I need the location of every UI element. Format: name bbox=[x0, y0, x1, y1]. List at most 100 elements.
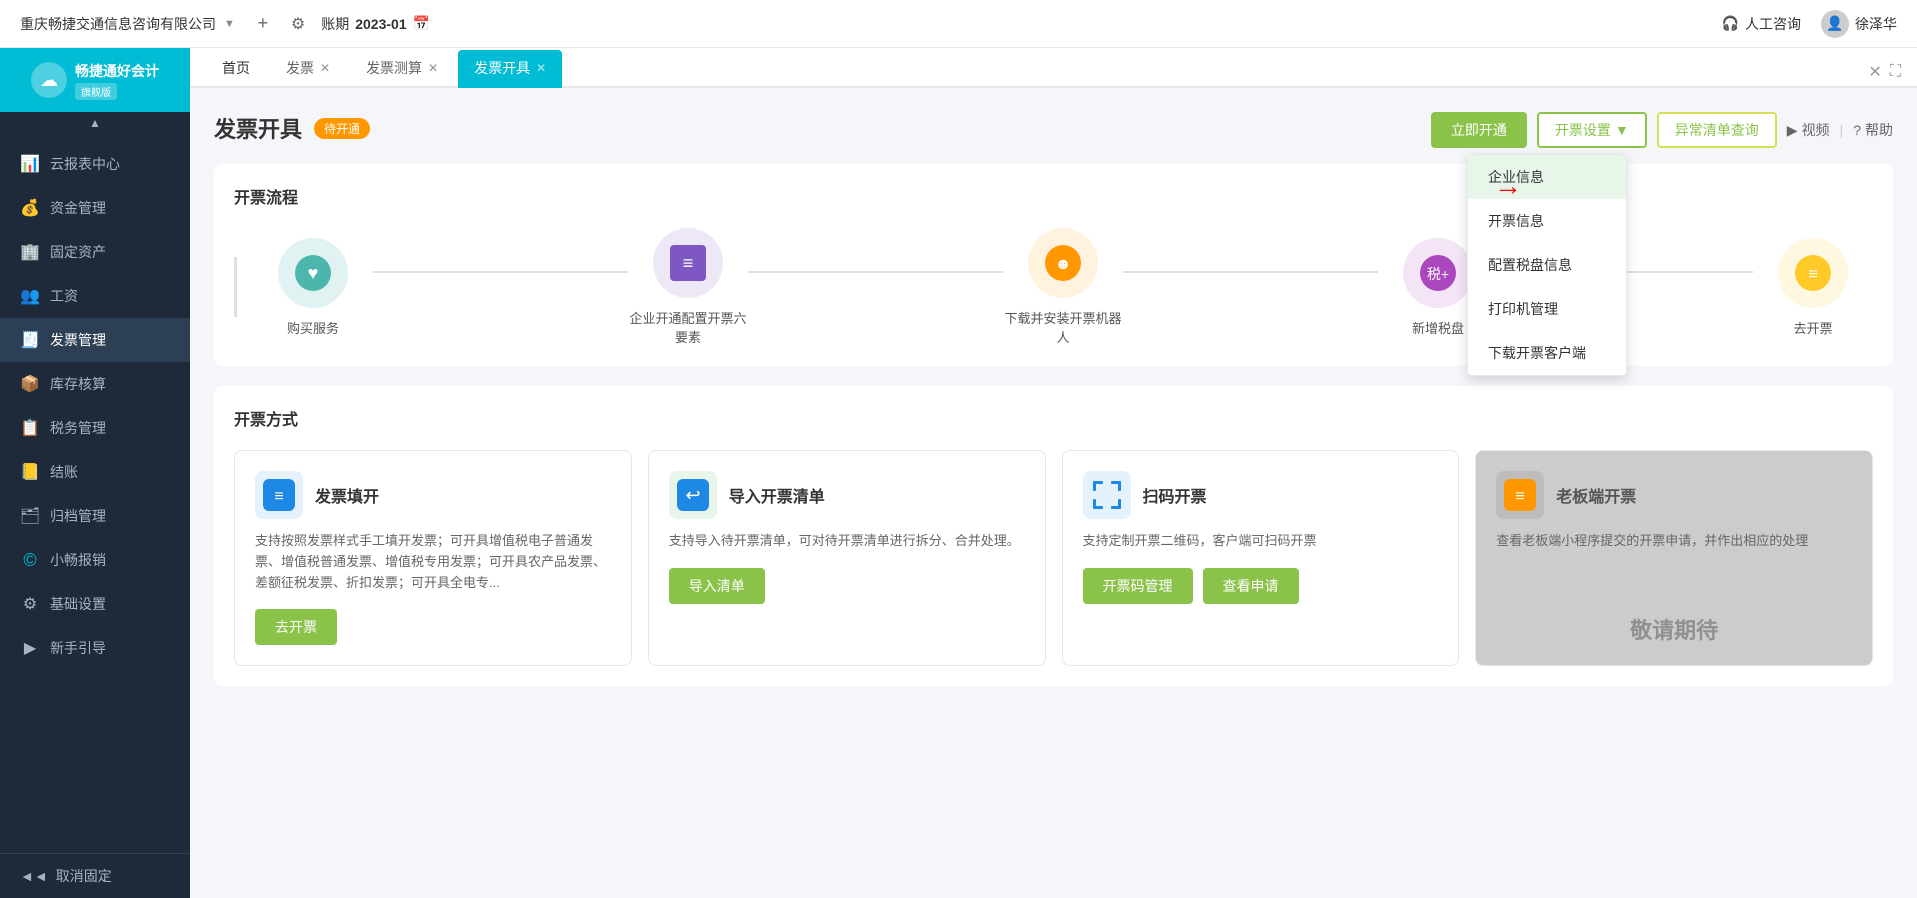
guide-icon: ▶ bbox=[20, 638, 40, 658]
sidebar-item-guide[interactable]: ▶ 新手引导 bbox=[0, 626, 190, 670]
fund-icon: 💰 bbox=[20, 198, 40, 218]
sidebar-item-tax[interactable]: 📋 税务管理 bbox=[0, 406, 190, 450]
sidebar-nav: 📊 云报表中心 💰 资金管理 🏢 固定资产 👥 工资 🧾 发票管理 📦 bbox=[0, 134, 190, 853]
video-button[interactable]: ▶ 视频 bbox=[1787, 120, 1830, 140]
svg-text:≡: ≡ bbox=[683, 253, 694, 273]
settings-icon[interactable]: ⚙ bbox=[291, 14, 305, 34]
headphone-icon: 🎧 bbox=[1722, 15, 1739, 32]
fixed-assets-icon: 🏢 bbox=[20, 242, 40, 262]
flow-step-4-icon: 税+ bbox=[1403, 238, 1473, 308]
pin-icon: ◄◄ bbox=[20, 868, 48, 884]
dropdown-invoice-info[interactable]: 开票信息 bbox=[1468, 199, 1626, 243]
tab-close-invoice-estimate[interactable]: ✕ bbox=[428, 61, 438, 75]
svg-text:♥: ♥ bbox=[308, 263, 319, 283]
methods-section-title: 开票方式 bbox=[234, 406, 1873, 430]
red-arrow: → bbox=[1494, 170, 1522, 202]
sidebar-item-fund[interactable]: 💰 资金管理 bbox=[0, 186, 190, 230]
svg-text:≡: ≡ bbox=[1808, 266, 1817, 283]
tab-bar: 首页 发票 ✕ 发票测算 ✕ 发票开具 ✕ ✕ ⛶ bbox=[190, 48, 1917, 88]
settings-dropdown-menu: 企业信息 开票信息 配置税盘信息 打印机管理 下载开票客户端 bbox=[1467, 154, 1627, 376]
fill-icon: ≡ bbox=[255, 471, 303, 519]
page-title: 发票开具 bbox=[214, 112, 302, 144]
method-card-scan: 扫码开票 支持定制开票二维码，客户端可扫码开票 开票码管理 查看申请 bbox=[1062, 450, 1460, 666]
sidebar-item-archive[interactable]: 🗂 归档管理 bbox=[0, 494, 190, 538]
calendar-icon: 📅 bbox=[413, 15, 430, 32]
invoice-methods-grid: ≡ 发票填开 支持按照发票样式手工填开发票；可开具增值税电子普通发票、增值税普通… bbox=[234, 450, 1873, 666]
flow-step-2-label: 企业开通配置开票六要素 bbox=[628, 308, 748, 346]
sidebar-item-salary[interactable]: 👥 工资 bbox=[0, 274, 190, 318]
help-button[interactable]: ? 帮助 bbox=[1853, 120, 1893, 140]
qr-manage-button[interactable]: 开票码管理 bbox=[1083, 568, 1193, 604]
cloud-report-icon: 📊 bbox=[20, 154, 40, 174]
page-content: 发票开具 待开通 立即开通 开票设置 ▼ 异常清单查询 ▶ 视频 | ? 帮助 bbox=[190, 88, 1917, 898]
flow-step-4-label: 新增税盘 bbox=[1412, 318, 1464, 337]
close-all-tabs-button[interactable]: ✕ bbox=[1868, 62, 1881, 82]
boss-icon: ≡ bbox=[1496, 471, 1544, 519]
question-icon: ? bbox=[1853, 122, 1861, 138]
company-selector[interactable]: 重庆畅捷交通信息咨询有限公司 ▼ bbox=[20, 14, 235, 34]
sidebar-item-invoice[interactable]: 🧾 发票管理 bbox=[0, 318, 190, 362]
settings-nav-icon: ⚙ bbox=[20, 594, 40, 614]
dropdown-download-client[interactable]: 下载开票客户端 bbox=[1468, 331, 1626, 375]
tax-icon: 📋 bbox=[20, 418, 40, 438]
flow-section: 开票流程 ♥ 购买服务 bbox=[214, 164, 1893, 366]
tab-invoice[interactable]: 发票 ✕ bbox=[270, 50, 346, 88]
method-card-fill: ≡ 发票填开 支持按照发票样式手工填开发票；可开具增值税电子普通发票、增值税普通… bbox=[234, 450, 632, 666]
account-icon: 📒 bbox=[20, 462, 40, 482]
flow-step-3-icon: ☻ bbox=[1028, 228, 1098, 298]
flow-step-3-label: 下载并安装开票机器人 bbox=[1003, 308, 1123, 346]
sidebar-item-cloud-report[interactable]: 📊 云报表中心 bbox=[0, 142, 190, 186]
sidebar-item-report[interactable]: © 小畅报销 bbox=[0, 538, 190, 582]
flow-step-1: ♥ 购买服务 bbox=[253, 238, 373, 337]
consultation-button[interactable]: 🎧 人工咨询 bbox=[1722, 14, 1801, 34]
tab-home[interactable]: 首页 bbox=[206, 50, 266, 88]
logo-badge: 旗舰版 bbox=[75, 83, 117, 100]
expand-button[interactable]: ⛶ bbox=[1890, 63, 1901, 81]
scroll-up-button[interactable]: ▲ bbox=[0, 112, 190, 134]
flow-step-3: ☻ 下载并安装开票机器人 bbox=[1003, 228, 1123, 346]
flow-section-title: 开票流程 bbox=[234, 184, 1873, 208]
activate-button[interactable]: 立即开通 bbox=[1431, 112, 1527, 148]
svg-text:税+: 税+ bbox=[1427, 266, 1449, 282]
report-icon: © bbox=[20, 550, 40, 570]
svg-text:☻: ☻ bbox=[1055, 256, 1072, 273]
flow-steps: ♥ 购买服务 ≡ 企业开通配置开票六要素 bbox=[234, 228, 1873, 346]
sidebar-item-settings[interactable]: ⚙ 基础设置 bbox=[0, 582, 190, 626]
tab-invoice-estimate[interactable]: 发票测算 ✕ bbox=[350, 50, 454, 88]
dropdown-company-info[interactable]: 企业信息 bbox=[1468, 155, 1626, 199]
flow-step-5: ≡ 去开票 bbox=[1753, 238, 1873, 337]
svg-text:≡: ≡ bbox=[1516, 488, 1525, 505]
view-apply-button[interactable]: 查看申请 bbox=[1203, 568, 1299, 604]
tab-close-invoice-tool[interactable]: ✕ bbox=[536, 61, 546, 75]
dropdown-tax-config[interactable]: 配置税盘信息 bbox=[1468, 243, 1626, 287]
fill-invoice-button[interactable]: 去开票 bbox=[255, 609, 337, 645]
add-button[interactable]: + bbox=[251, 12, 275, 36]
import-list-button[interactable]: 导入清单 bbox=[669, 568, 765, 604]
sidebar-item-fixed-assets[interactable]: 🏢 固定资产 bbox=[0, 230, 190, 274]
logo-area: ☁ 畅捷通好会计 旗舰版 bbox=[0, 48, 190, 112]
logo-icon: ☁ bbox=[31, 62, 67, 98]
abnormal-list-button[interactable]: 异常清单查询 bbox=[1657, 112, 1777, 148]
svg-text:↩: ↩ bbox=[685, 485, 700, 505]
sidebar-item-account[interactable]: 📒 结账 bbox=[0, 450, 190, 494]
methods-section: 开票方式 ≡ 发票填开 支持按照发票样式手工填开发票；可开具增值税电子普通发票、… bbox=[214, 386, 1893, 686]
import-icon: ↩ bbox=[669, 471, 717, 519]
status-badge: 待开通 bbox=[314, 118, 370, 139]
company-name: 重庆畅捷交通信息咨询有限公司 bbox=[20, 14, 216, 34]
user-avatar-icon: 👤 bbox=[1821, 10, 1849, 38]
chevron-settings-icon: ▼ bbox=[1615, 122, 1629, 138]
account-period: 账期 2023-01 📅 bbox=[321, 14, 430, 34]
flow-step-1-label: 购买服务 bbox=[287, 318, 339, 337]
flow-step-5-label: 去开票 bbox=[1793, 318, 1832, 337]
cancel-fixed-button[interactable]: ◄◄ 取消固定 bbox=[0, 853, 190, 898]
tab-close-invoice[interactable]: ✕ bbox=[320, 61, 330, 75]
invoice-icon: 🧾 bbox=[20, 330, 40, 350]
sidebar-item-inventory[interactable]: 📦 库存核算 bbox=[0, 362, 190, 406]
user-info[interactable]: 👤 徐泽华 bbox=[1821, 10, 1897, 38]
settings-button[interactable]: 开票设置 ▼ bbox=[1537, 112, 1647, 148]
play-icon: ▶ bbox=[1787, 122, 1798, 139]
top-bar: 重庆畅捷交通信息咨询有限公司 ▼ + ⚙ 账期 2023-01 📅 🎧 人工咨询… bbox=[0, 0, 1917, 48]
dropdown-printer[interactable]: 打印机管理 bbox=[1468, 287, 1626, 331]
coming-soon-overlay: 敬请期待 bbox=[1476, 613, 1872, 645]
tab-invoice-tool[interactable]: 发票开具 ✕ bbox=[458, 50, 562, 88]
